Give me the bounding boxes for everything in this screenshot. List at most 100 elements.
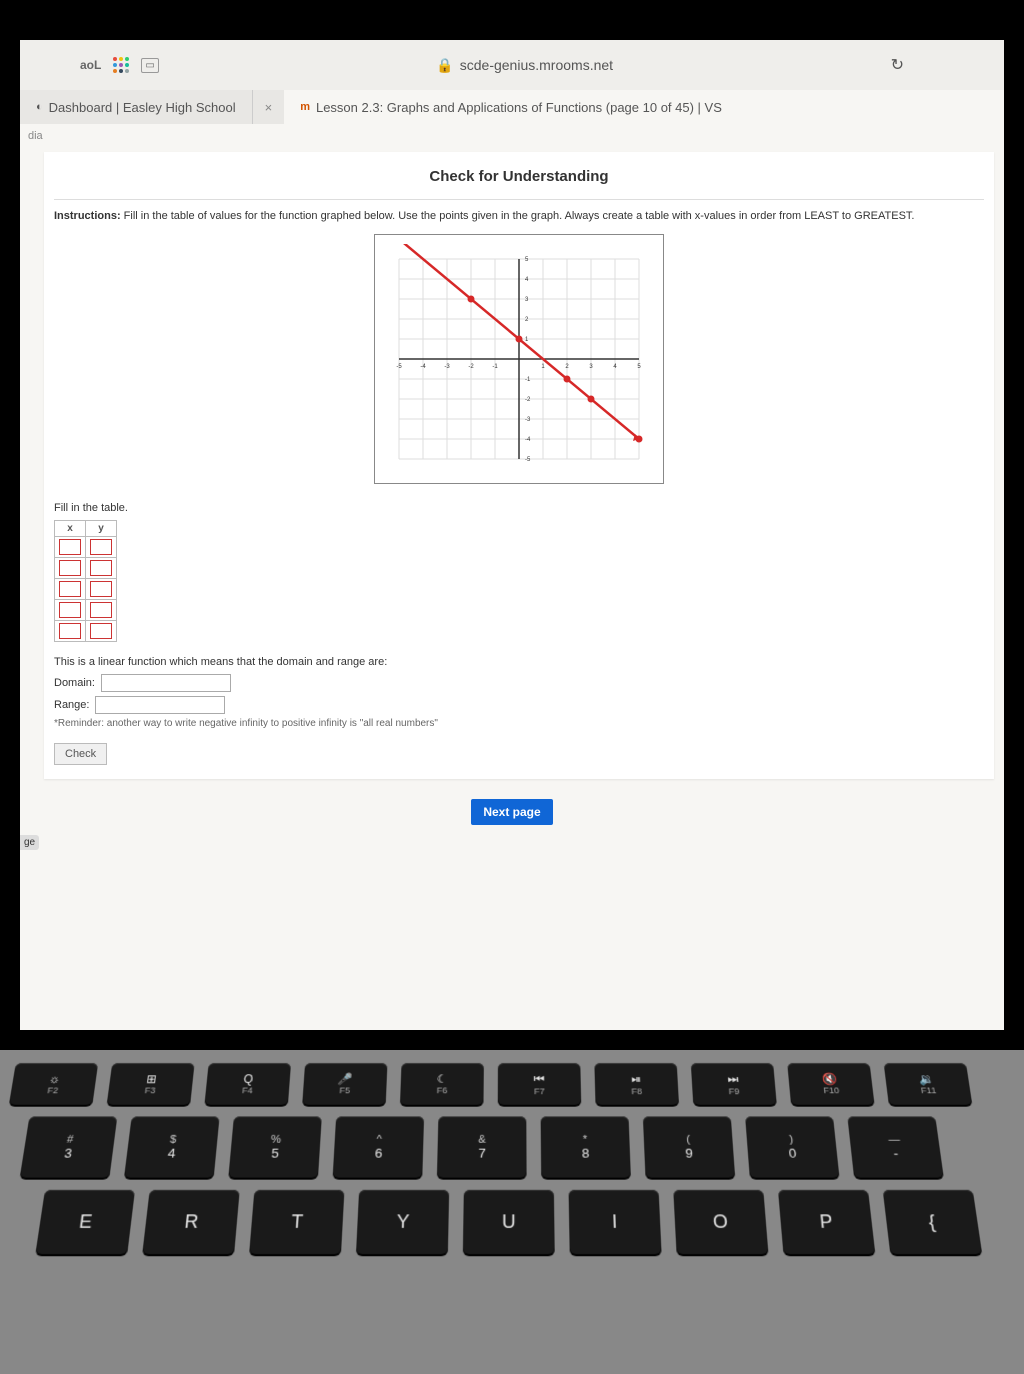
svg-text:4: 4 <box>613 364 617 370</box>
range-label: Range: <box>54 699 89 711</box>
domain-row: Domain: <box>54 674 984 692</box>
y-input[interactable] <box>90 539 112 555</box>
instructions-text: Instructions: Fill in the table of value… <box>54 210 984 222</box>
svg-text:-1: -1 <box>525 377 531 383</box>
key-R: R <box>142 1190 240 1254</box>
svg-text:2: 2 <box>525 317 529 323</box>
key-f10: 🔇F10 <box>787 1063 874 1105</box>
key-f5: 🎤F5 <box>302 1063 387 1105</box>
svg-text:-2: -2 <box>468 364 474 370</box>
reload-icon[interactable]: ↻ <box>891 55 904 75</box>
svg-text:3: 3 <box>525 297 529 303</box>
domain-label: Domain: <box>54 677 95 689</box>
x-input[interactable] <box>59 560 81 576</box>
apps-grid-icon[interactable] <box>113 57 129 73</box>
physical-keyboard: ☼F2⊞F3QF4🎤F5☾F6⏮F7⏯F8⏭F9🔇F10🔉F11 #3$4%5^… <box>0 1050 1024 1374</box>
svg-text:-1: -1 <box>492 364 498 370</box>
y-input[interactable] <box>90 602 112 618</box>
x-input[interactable] <box>59 539 81 555</box>
key-7: &7 <box>437 1116 527 1177</box>
svg-text:5: 5 <box>637 364 641 370</box>
lock-icon: 🔒 <box>436 57 453 74</box>
tab-favicon-icon: ◐ <box>36 101 43 113</box>
key-9: (9 <box>643 1116 735 1177</box>
y-input[interactable] <box>90 581 112 597</box>
reminder-text: *Reminder: another way to write negative… <box>54 718 984 729</box>
key-E: E <box>35 1190 135 1254</box>
table-row <box>55 558 117 579</box>
graph-svg: -5 -4 -3 -2 -1 1 2 3 4 5 -5 -4 -3 -2 -1 1 2 3 4 5 <box>384 244 654 474</box>
close-tab-icon[interactable]: × <box>253 100 285 115</box>
fill-table-label: Fill in the table. <box>54 502 984 514</box>
check-button[interactable]: Check <box>54 743 107 765</box>
side-tab[interactable]: ge <box>20 835 39 850</box>
key-f9: ⏭F9 <box>691 1063 777 1105</box>
key-{: { <box>883 1190 983 1254</box>
svg-text:-3: -3 <box>525 417 531 423</box>
x-input[interactable] <box>59 581 81 597</box>
svg-text:3: 3 <box>589 364 593 370</box>
svg-text:-4: -4 <box>420 364 426 370</box>
key-T: T <box>249 1190 344 1254</box>
key-4: $4 <box>124 1116 220 1177</box>
tab-dashboard[interactable]: ◐ Dashboard | Easley High School <box>20 90 253 124</box>
key-6: ^6 <box>333 1116 424 1177</box>
tab-label: Lesson 2.3: Graphs and Applications of F… <box>316 100 722 115</box>
key-f2: ☼F2 <box>9 1063 98 1105</box>
key-5: %5 <box>228 1116 322 1177</box>
url-text: scde-genius.mrooms.net <box>460 57 613 73</box>
page-content: dia Check for Understanding Instructions… <box>20 124 1004 1030</box>
svg-text:2: 2 <box>565 364 569 370</box>
x-input[interactable] <box>59 602 81 618</box>
key-f3: ⊞F3 <box>107 1063 195 1105</box>
key-f7: ⏮F7 <box>498 1063 582 1105</box>
key-O: O <box>673 1190 768 1254</box>
key-f6: ☾F6 <box>400 1063 484 1105</box>
y-input[interactable] <box>90 623 112 639</box>
xy-table: x y <box>54 520 117 642</box>
key-8: *8 <box>541 1116 631 1177</box>
range-input[interactable] <box>95 696 225 714</box>
question-card: Check for Understanding Instructions: Fi… <box>44 152 994 779</box>
y-input[interactable] <box>90 560 112 576</box>
key-Y: Y <box>356 1190 449 1254</box>
svg-text:-3: -3 <box>444 364 450 370</box>
table-row <box>55 621 117 642</box>
key-f4: QF4 <box>204 1063 291 1105</box>
linear-function-note: This is a linear function which means th… <box>54 656 984 668</box>
aol-label: aoL <box>80 58 101 72</box>
key-I: I <box>569 1190 662 1254</box>
key-0: )0 <box>745 1116 839 1177</box>
svg-text:4: 4 <box>525 277 529 283</box>
svg-text:1: 1 <box>525 337 529 343</box>
table-row <box>55 579 117 600</box>
key-U: U <box>463 1190 555 1254</box>
divider <box>54 199 984 200</box>
svg-text:5: 5 <box>525 257 529 263</box>
sidebar-toggle-icon[interactable]: ▭ <box>141 58 158 73</box>
graph-figure: -5 -4 -3 -2 -1 1 2 3 4 5 -5 -4 -3 -2 -1 1 2 3 4 5 <box>374 234 664 484</box>
section-heading: Check for Understanding <box>54 168 984 185</box>
table-row <box>55 600 117 621</box>
key--: —- <box>847 1116 943 1177</box>
x-input[interactable] <box>59 623 81 639</box>
svg-text:-5: -5 <box>525 457 531 463</box>
address-bar[interactable]: 🔒 scde-genius.mrooms.net <box>315 57 735 74</box>
svg-text:-5: -5 <box>396 364 402 370</box>
key-f11: 🔉F11 <box>884 1063 973 1105</box>
tab-favicon-icon: m <box>300 101 310 113</box>
tab-bar: ◐ Dashboard | Easley High School × m Les… <box>20 90 1004 124</box>
range-row: Range: <box>54 696 984 714</box>
svg-text:-4: -4 <box>525 437 531 443</box>
table-row <box>55 537 117 558</box>
browser-toolbar: aoL ▭ 🔒 scde-genius.mrooms.net ↻ <box>20 40 1004 90</box>
next-page-button[interactable]: Next page <box>471 799 552 825</box>
domain-input[interactable] <box>101 674 231 692</box>
svg-text:1: 1 <box>541 364 545 370</box>
tab-lesson[interactable]: m Lesson 2.3: Graphs and Applications of… <box>284 90 1004 124</box>
key-P: P <box>778 1190 875 1254</box>
col-y-header: y <box>86 521 117 537</box>
key-3: #3 <box>20 1116 118 1177</box>
svg-text:-2: -2 <box>525 397 531 403</box>
col-x-header: x <box>55 521 86 537</box>
